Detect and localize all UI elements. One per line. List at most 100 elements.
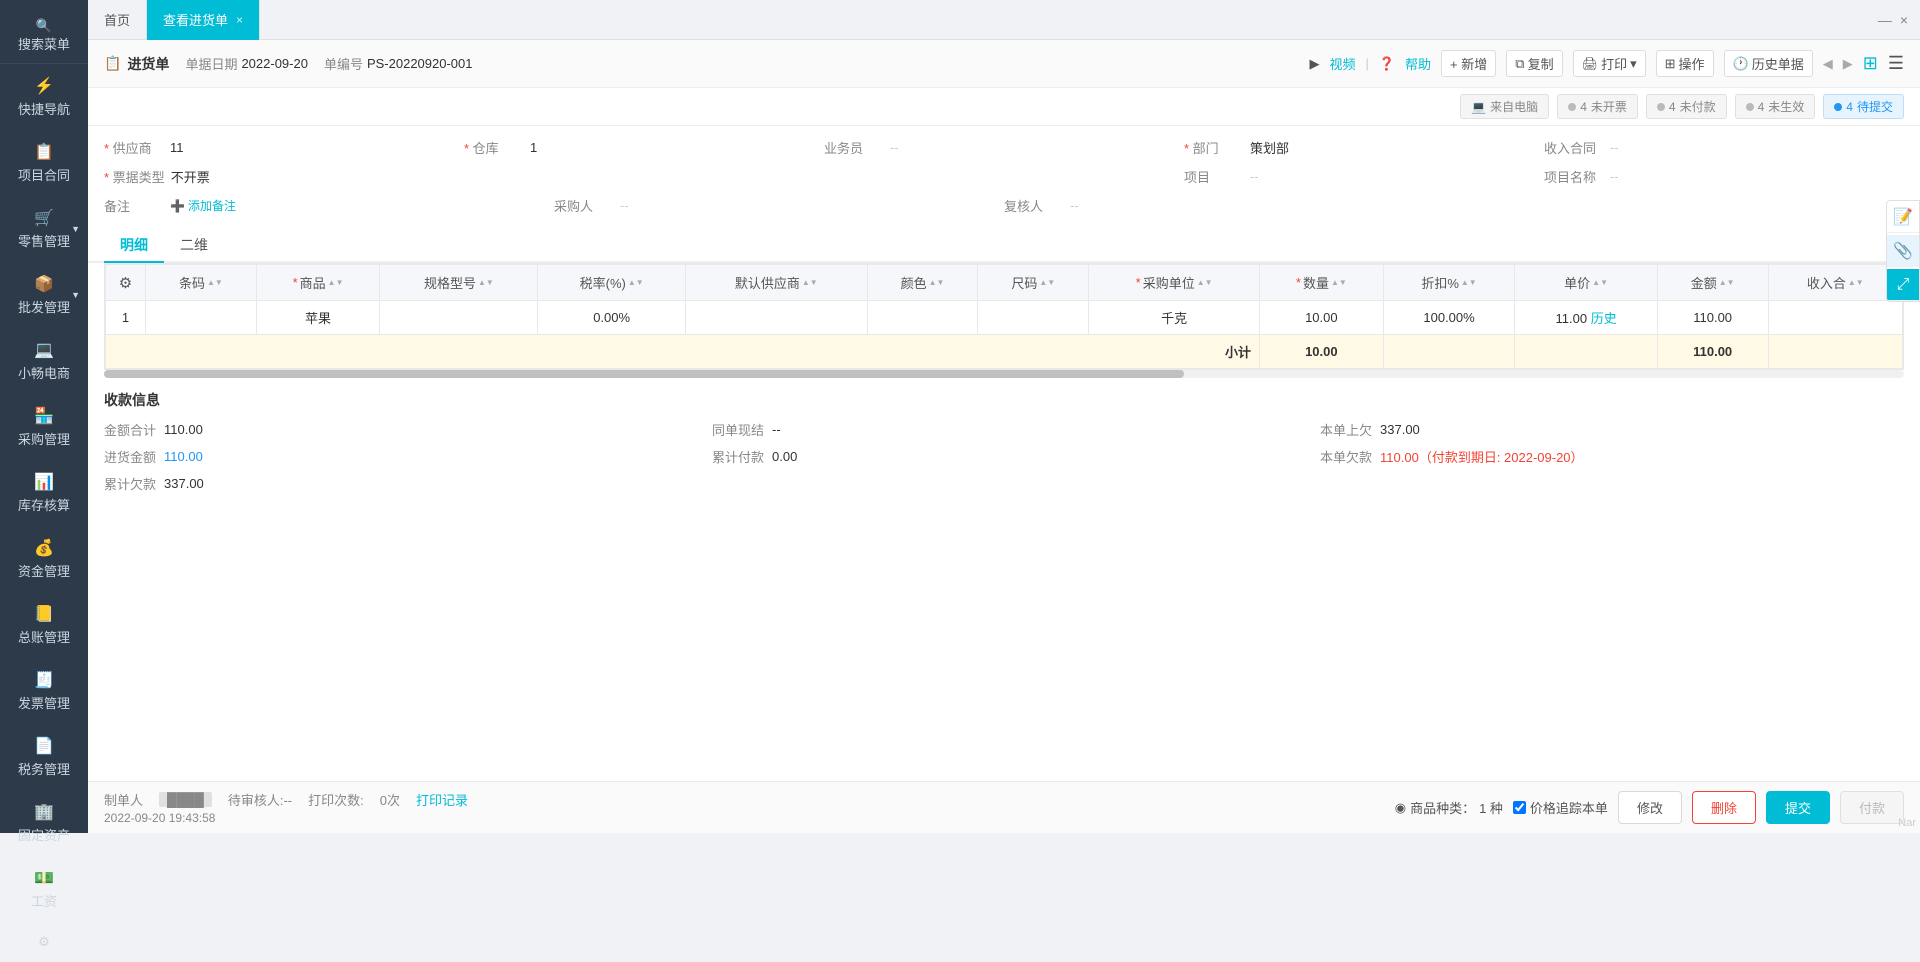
subtotal-row: 小计 10.00 110.00 — [106, 335, 1903, 369]
scrollbar-thumb[interactable] — [104, 370, 1184, 378]
sort-arrows-color[interactable]: ▲▼ — [929, 279, 945, 287]
modify-button[interactable]: 修改 — [1618, 791, 1682, 824]
ops-button[interactable]: ⊞ 操作 — [1656, 50, 1714, 77]
reviewer-value[interactable]: -- — [1070, 198, 1079, 213]
help-link[interactable]: 帮助 — [1405, 54, 1431, 73]
sidebar-item-tax[interactable]: 📄 税务管理 — [0, 724, 88, 790]
sort-arrows-discount[interactable]: ▲▼ — [1461, 279, 1477, 287]
col-product: * 商品 ▲▼ — [256, 265, 380, 301]
sort-arrows-qty[interactable]: ▲▼ — [1331, 279, 1347, 287]
copy-button[interactable]: ⧉ 复制 — [1506, 50, 1562, 77]
sort-arrows-amount[interactable]: ▲▼ — [1719, 279, 1735, 287]
sidebar-item-fixed-assets[interactable]: 🏢 固定资产 — [0, 790, 88, 856]
ticket-type-value[interactable]: 不开票 — [171, 167, 210, 186]
sort-arrows-spec[interactable]: ▲▼ — [478, 279, 494, 287]
purchaser-value[interactable]: -- — [620, 198, 629, 213]
sidebar-item-capital[interactable]: 💰 资金管理 — [0, 526, 88, 592]
col-discount: 折扣% ▲▼ — [1383, 265, 1515, 301]
sidebar-item-ledger[interactable]: 📒 总账管理 — [0, 592, 88, 658]
badge-not-effective[interactable]: 4 未生效 — [1735, 94, 1816, 119]
quick-nav-icon: ⚡ — [34, 76, 54, 96]
dept-value[interactable]: 策划部 — [1250, 138, 1289, 157]
sidebar-item-retail[interactable]: 🛒 零售管理 — [0, 196, 88, 262]
tab-mingxi[interactable]: 明细 — [104, 229, 164, 263]
total-amount-value: 110.00 — [164, 422, 203, 437]
sidebar-search[interactable]: 🔍 搜索菜单 — [0, 8, 88, 64]
table-scrollbar[interactable] — [104, 370, 1904, 378]
history-button[interactable]: 🕐 历史单据 — [1724, 50, 1813, 77]
sidebar-item-inventory[interactable]: 📊 库存核算 — [0, 460, 88, 526]
creator-value: ████ — [159, 792, 212, 807]
badge-not-invoiced[interactable]: 4 未开票 — [1557, 94, 1638, 119]
staff-value[interactable]: -- — [890, 140, 899, 155]
badge-not-paid[interactable]: 4 未付款 — [1646, 94, 1727, 119]
delete-button[interactable]: 删除 — [1692, 791, 1756, 824]
sidebar-item-project-contract[interactable]: 📋 项目合同 — [0, 130, 88, 196]
search-icon: 🔍 — [36, 18, 52, 33]
badge-pending-submit[interactable]: 4 待提交 — [1823, 94, 1904, 119]
right-panel-edit[interactable]: 📝 — [1887, 201, 1919, 233]
badge-from-pc[interactable]: 💻 来自电脑 — [1460, 94, 1549, 119]
grid-view-icon[interactable]: ⊞ — [1863, 53, 1878, 74]
sidebar-item-ecommerce[interactable]: 💻 小畅电商 — [0, 328, 88, 394]
sort-arrows-tax[interactable]: ▲▼ — [628, 279, 644, 287]
sort-arrows-supplier[interactable]: ▲▼ — [802, 279, 818, 287]
date-value: 2022-09-20 — [241, 56, 308, 71]
sidebar-item-invoice[interactable]: 🧾 发票管理 — [0, 658, 88, 724]
project-value[interactable]: -- — [1250, 169, 1259, 184]
subtotal-label: 小计 — [106, 335, 1260, 369]
sort-arrows-price[interactable]: ▲▼ — [1592, 279, 1608, 287]
add-remark-btn[interactable]: ➕ 添加备注 — [170, 197, 236, 214]
price-track-label[interactable]: 价格追踪本单 — [1513, 798, 1608, 817]
sidebar-settings[interactable]: ⚙ — [0, 922, 88, 962]
right-panel-expand[interactable]: ⤢ — [1887, 269, 1919, 301]
sort-arrows-product[interactable]: ▲▼ — [328, 279, 344, 287]
col-discount-label: 折扣% — [1421, 273, 1459, 292]
tab-close-icon[interactable]: × — [236, 13, 243, 27]
sidebar-item-salary[interactable]: 💵 工资 — [0, 856, 88, 922]
ops-label: 操作 — [1679, 54, 1705, 73]
income-contract-value[interactable]: -- — [1610, 140, 1619, 155]
list-view-icon[interactable]: ☰ — [1888, 53, 1904, 74]
sidebar-item-quick-nav[interactable]: ⚡ 快捷导航 — [0, 64, 88, 130]
right-panel-attachment[interactable]: 📎 — [1887, 235, 1919, 267]
add-button[interactable]: + 新增 — [1441, 50, 1496, 77]
history-price-link[interactable]: 历史 — [1591, 311, 1617, 326]
field-project-name: 项目名称 -- — [1544, 167, 1904, 186]
next-button[interactable]: ▶ — [1843, 56, 1853, 72]
sort-arrows-income[interactable]: ▲▼ — [1848, 279, 1864, 287]
warehouse-value[interactable]: 1 — [530, 140, 537, 155]
badge-not-effective-label: 未生效 — [1768, 98, 1804, 115]
prev-button[interactable]: ◀ — [1823, 56, 1833, 72]
video-link[interactable]: 视频 — [1329, 54, 1355, 73]
cell-color — [867, 301, 978, 335]
cell-amount: 110.00 — [1657, 301, 1768, 335]
radio-icon: ◉ — [1395, 800, 1406, 816]
payment-item-cumulative-paid: 累计付款 0.00 — [712, 447, 1296, 466]
col-settings[interactable]: ⚙ — [106, 265, 146, 301]
sort-arrows-size[interactable]: ▲▼ — [1039, 279, 1055, 287]
project-name-value[interactable]: -- — [1610, 169, 1619, 184]
tab-home[interactable]: 首页 — [88, 0, 147, 40]
tab-erwei[interactable]: 二维 — [164, 229, 224, 263]
supplier-value[interactable]: 11 — [170, 140, 184, 155]
sidebar-item-wholesale[interactable]: 📦 批发管理 — [0, 262, 88, 328]
print-log-link[interactable]: 打印记录 — [416, 790, 468, 809]
submit-button[interactable]: 提交 — [1766, 791, 1830, 824]
payment-item-total: 金额合计 110.00 — [104, 420, 688, 439]
window-close-icon[interactable]: × — [1900, 12, 1908, 28]
col-spec-label: 规格型号 — [424, 273, 476, 292]
tab-purchase-order[interactable]: 查看进货单 × — [147, 0, 260, 40]
doc-actions: ▶ 视频 | ❓ 帮助 + 新增 ⧉ 复制 🖨 打印 ▾ ⊞ — [1309, 50, 1904, 77]
sidebar-item-purchase[interactable]: 🏪 采购管理 — [0, 394, 88, 460]
table-settings-icon[interactable]: ⚙ — [119, 275, 132, 292]
sort-arrows-unit[interactable]: ▲▼ — [1197, 279, 1213, 287]
window-minimize-icon[interactable]: — — [1878, 12, 1892, 28]
pending-reviewer: 待审核人:-- — [228, 790, 292, 809]
col-quantity: * 数量 ▲▼ — [1260, 265, 1384, 301]
print-button[interactable]: 🖨 打印 ▾ — [1573, 50, 1646, 77]
sort-arrows-barcode[interactable]: ▲▼ — [207, 279, 223, 287]
project-icon: 📋 — [34, 142, 54, 162]
price-track-checkbox[interactable] — [1513, 801, 1526, 814]
product-type-info: ◉ 商品种类： 1 种 — [1395, 798, 1503, 817]
